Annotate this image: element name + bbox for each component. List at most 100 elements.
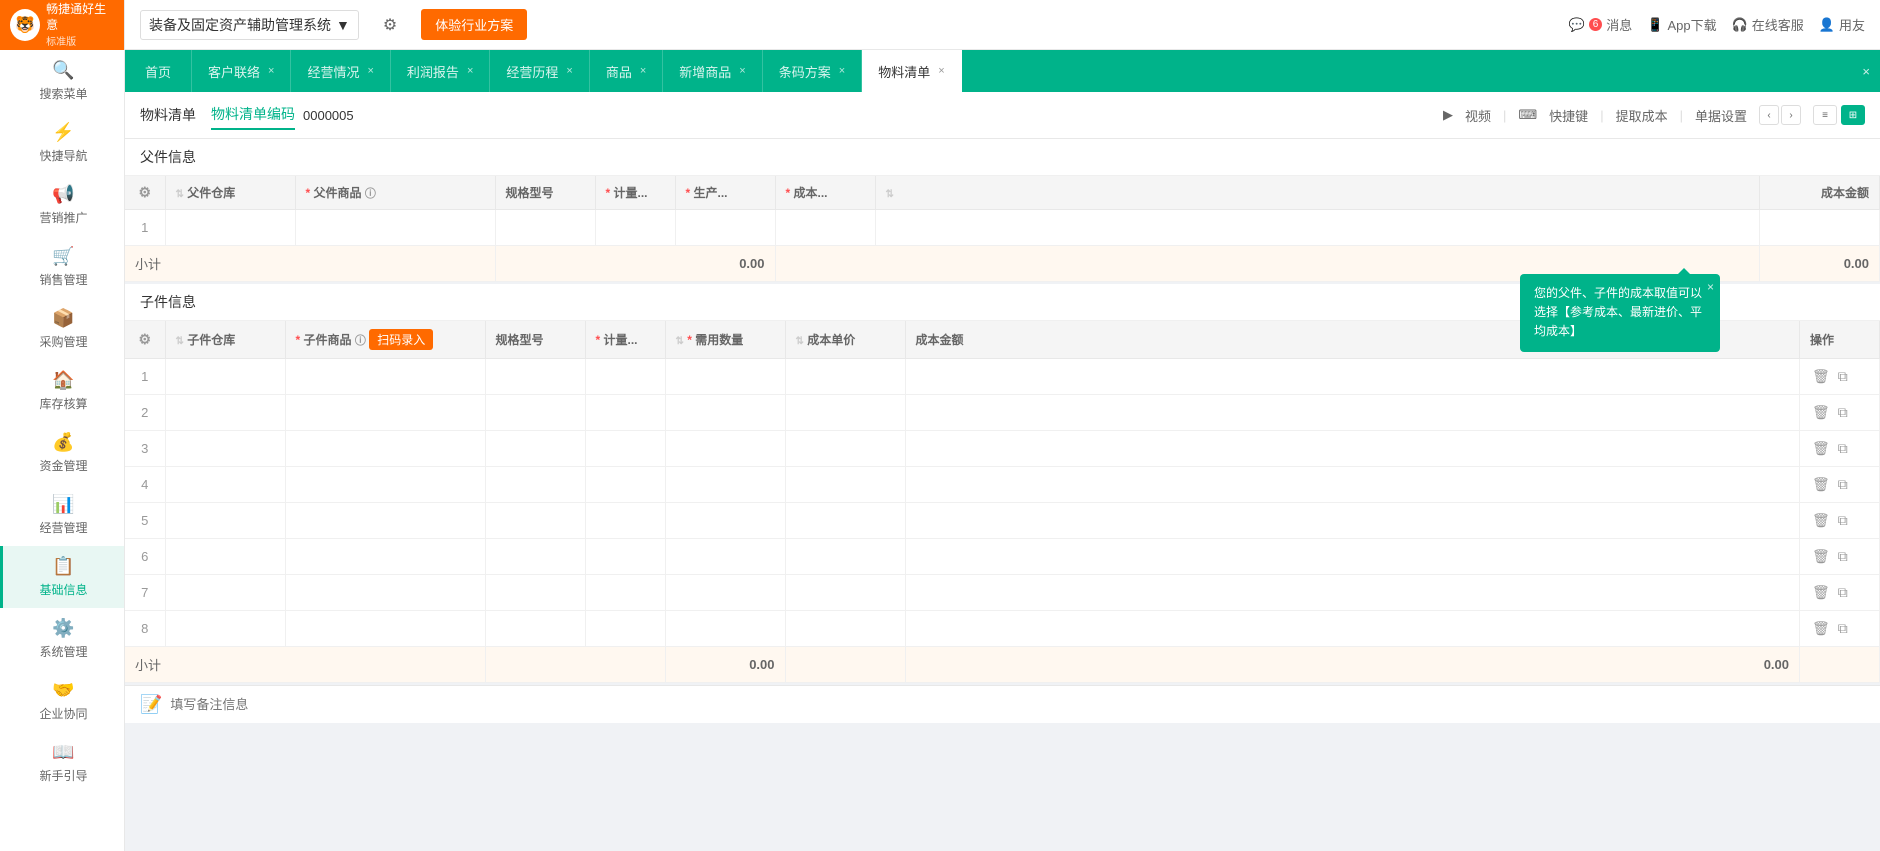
child-spec-cell[interactable] — [485, 467, 585, 503]
close-icon[interactable]: × — [839, 65, 845, 77]
child-product-cell[interactable] — [285, 611, 485, 647]
sidebar-item-guide[interactable]: 📖 新手引导 — [0, 732, 124, 794]
close-icon[interactable]: × — [739, 65, 745, 77]
trial-btn[interactable]: 体验行业方案 — [421, 9, 527, 40]
child-warehouse-cell[interactable] — [165, 431, 285, 467]
system-select[interactable]: 装备及固定资产辅助管理系统 ▼ — [140, 10, 359, 40]
copy-icon[interactable]: ⧉ — [1836, 618, 1850, 639]
close-icon[interactable]: × — [1707, 278, 1714, 297]
child-spec-cell[interactable] — [485, 503, 585, 539]
child-unit-cell[interactable] — [585, 395, 665, 431]
child-qty-cell[interactable] — [665, 467, 785, 503]
child-qty-cell[interactable] — [665, 575, 785, 611]
child-unit-cell[interactable] — [585, 503, 665, 539]
parent-cost-cell[interactable] — [775, 210, 875, 246]
view-label[interactable]: 视频 — [1465, 106, 1491, 125]
app-download-item[interactable]: 📱 App下载 — [1647, 15, 1716, 34]
sidebar-item-enterprise[interactable]: 🤝 企业协同 — [0, 670, 124, 732]
child-unit-cell[interactable] — [585, 359, 665, 395]
parent-product-cell[interactable] — [295, 210, 495, 246]
user-item[interactable]: 👤 用友 — [1819, 15, 1865, 34]
tab-barcode[interactable]: 条码方案 × — [763, 50, 862, 92]
sidebar-item-finance[interactable]: 💰 资金管理 — [0, 422, 124, 484]
child-unit-cost-cell[interactable] — [785, 611, 905, 647]
child-warehouse-cell[interactable] — [165, 503, 285, 539]
parent-spec-cell[interactable] — [495, 210, 595, 246]
tab-bom[interactable]: 物料清单 × — [862, 50, 961, 92]
tab-history[interactable]: 经营历程 × — [490, 50, 589, 92]
child-spec-cell[interactable] — [485, 611, 585, 647]
info-icon[interactable]: ⓘ — [355, 335, 366, 347]
copy-icon[interactable]: ⧉ — [1836, 510, 1850, 531]
child-spec-cell[interactable] — [485, 539, 585, 575]
info-icon[interactable]: ⓘ — [365, 188, 376, 200]
tab-business[interactable]: 经营情况 × — [291, 50, 390, 92]
sidebar-item-basic-info[interactable]: 📋 基础信息 — [0, 546, 124, 608]
sidebar-item-operation[interactable]: 📊 经营管理 — [0, 484, 124, 546]
child-unit-cell[interactable] — [585, 539, 665, 575]
delete-icon[interactable]: 🗑 — [1810, 438, 1832, 459]
prev-btn[interactable]: ‹ — [1759, 105, 1779, 125]
sub-tab-bom-list[interactable]: 物料清单 — [140, 101, 196, 129]
child-unit-cell[interactable] — [585, 431, 665, 467]
child-qty-cell[interactable] — [665, 431, 785, 467]
tab-products[interactable]: 商品 × — [590, 50, 663, 92]
child-spec-cell[interactable] — [485, 575, 585, 611]
online-service-item[interactable]: 🎧 在线客服 — [1732, 15, 1804, 34]
tab-new-products[interactable]: 新增商品 × — [663, 50, 762, 92]
child-spec-cell[interactable] — [485, 359, 585, 395]
parent-unit-cell[interactable] — [595, 210, 675, 246]
child-product-cell[interactable] — [285, 395, 485, 431]
sidebar-item-sales[interactable]: 🛒 销售管理 — [0, 236, 124, 298]
gear-icon[interactable]: ⚙ — [135, 184, 155, 201]
tab-customers[interactable]: 客户联络 × — [192, 50, 291, 92]
next-btn[interactable]: › — [1781, 105, 1801, 125]
child-qty-cell[interactable] — [665, 611, 785, 647]
child-qty-cell[interactable] — [665, 539, 785, 575]
delete-icon[interactable]: 🗑 — [1810, 402, 1832, 423]
child-product-cell[interactable] — [285, 539, 485, 575]
child-warehouse-cell[interactable] — [165, 539, 285, 575]
child-unit-cost-cell[interactable] — [785, 503, 905, 539]
shortcut-label[interactable]: 快捷键 — [1549, 106, 1588, 125]
child-unit-cost-cell[interactable] — [785, 575, 905, 611]
copy-icon[interactable]: ⧉ — [1836, 438, 1850, 459]
child-spec-cell[interactable] — [485, 395, 585, 431]
close-icon[interactable]: × — [566, 65, 572, 77]
close-icon[interactable]: × — [268, 65, 274, 77]
close-bom-icon[interactable]: × — [938, 65, 944, 77]
child-warehouse-cell[interactable] — [165, 467, 285, 503]
delete-icon[interactable]: 🗑 — [1810, 474, 1832, 495]
child-unit-cost-cell[interactable] — [785, 467, 905, 503]
child-qty-cell[interactable] — [665, 503, 785, 539]
child-product-cell[interactable] — [285, 575, 485, 611]
child-unit-cost-cell[interactable] — [785, 359, 905, 395]
sidebar-item-marketing[interactable]: 📢 营销推广 — [0, 174, 124, 236]
child-product-cell[interactable] — [285, 467, 485, 503]
child-qty-cell[interactable] — [665, 395, 785, 431]
scan-btn[interactable]: 扫码录入 — [369, 329, 433, 350]
child-spec-cell[interactable] — [485, 431, 585, 467]
child-product-cell[interactable] — [285, 431, 485, 467]
tab-home[interactable]: 首页 — [125, 50, 192, 92]
child-warehouse-cell[interactable] — [165, 575, 285, 611]
copy-icon[interactable]: ⧉ — [1836, 474, 1850, 495]
sidebar-item-purchase[interactable]: 📦 采购管理 — [0, 298, 124, 360]
child-unit-cell[interactable] — [585, 575, 665, 611]
delete-icon[interactable]: 🗑 — [1810, 366, 1832, 387]
child-unit-cell[interactable] — [585, 611, 665, 647]
gear-icon[interactable]: ⚙ — [135, 331, 155, 348]
delete-icon[interactable]: 🗑 — [1810, 546, 1832, 567]
table-view-btn[interactable]: ⊞ — [1841, 105, 1865, 125]
child-unit-cost-cell[interactable] — [785, 395, 905, 431]
delete-icon[interactable]: 🗑 — [1810, 618, 1832, 639]
message-item[interactable]: 💬 6 消息 — [1569, 15, 1633, 34]
close-icon[interactable]: × — [367, 65, 373, 77]
parent-warehouse-cell[interactable] — [165, 210, 295, 246]
single-settings-label[interactable]: 单据设置 — [1695, 106, 1747, 125]
child-product-cell[interactable] — [285, 359, 485, 395]
close-icon[interactable]: × — [467, 65, 473, 77]
sidebar-item-quick-nav[interactable]: ⚡ 快捷导航 — [0, 112, 124, 174]
delete-icon[interactable]: 🗑 — [1810, 510, 1832, 531]
list-view-btn[interactable]: ≡ — [1813, 105, 1837, 125]
